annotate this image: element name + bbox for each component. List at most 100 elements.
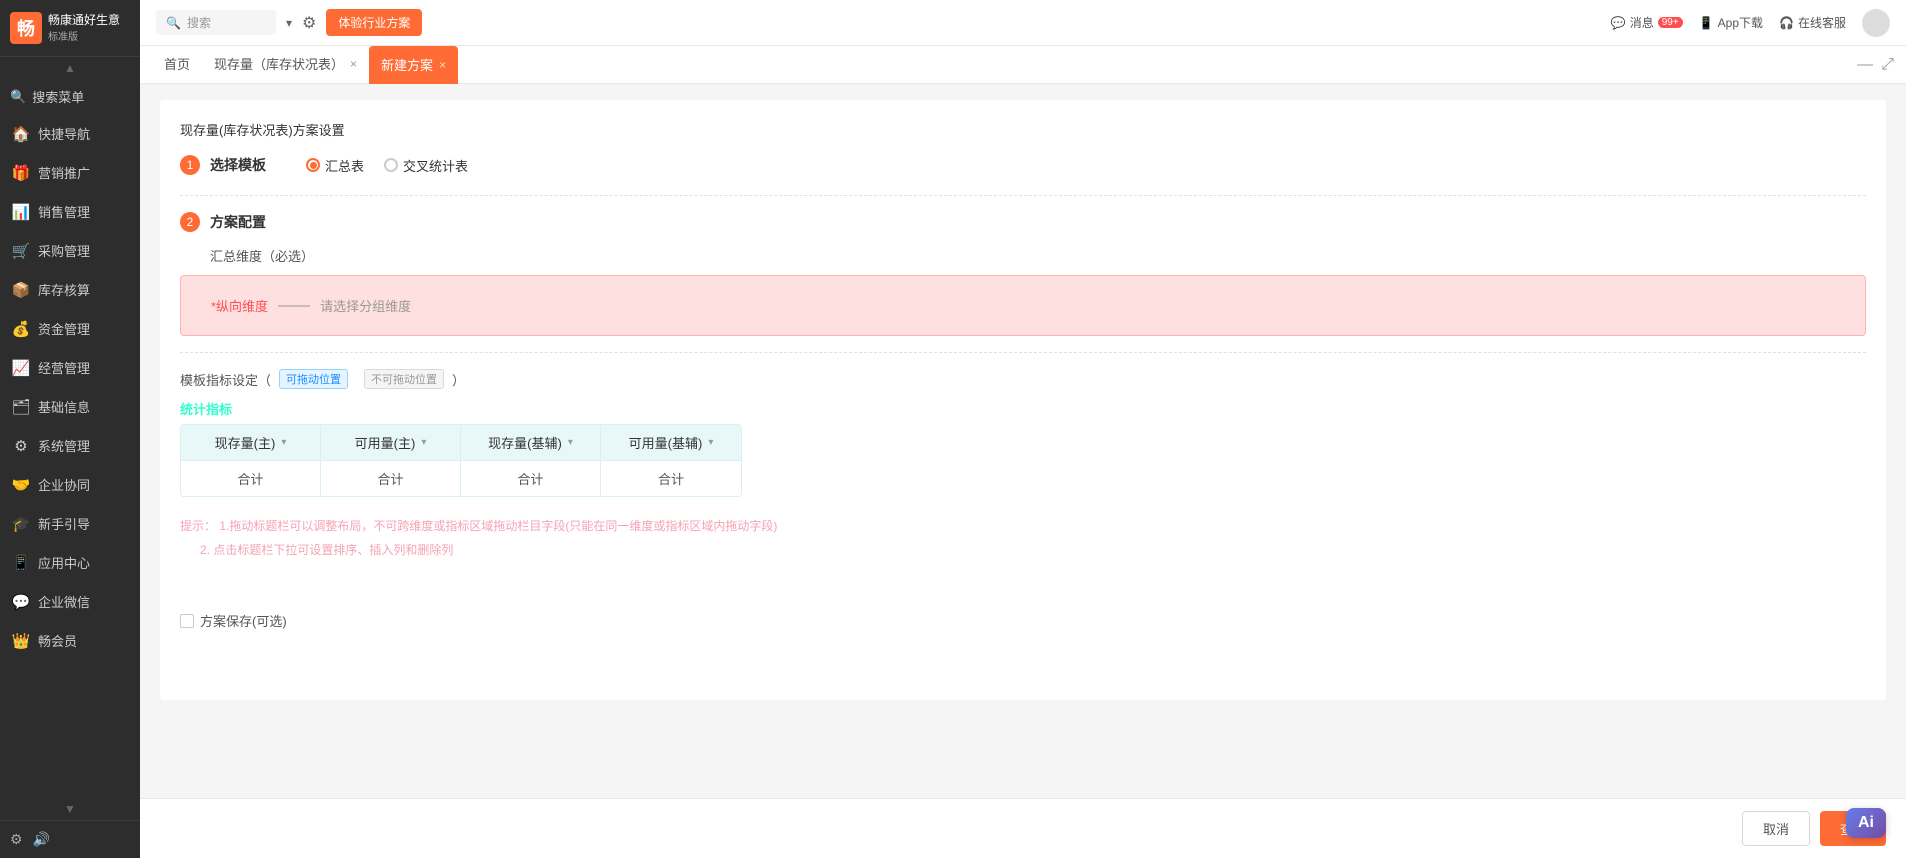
radio-summary[interactable]: 汇总表	[306, 156, 364, 175]
stats-col-4-header[interactable]: 可用量(基辅) ▾	[601, 425, 741, 460]
online-service-label: 在线客服	[1798, 14, 1846, 31]
sidebar-item-cooperation[interactable]: 🤝 企业协同	[0, 465, 140, 504]
topbar-gear-btn[interactable]: ⚙	[302, 13, 316, 33]
tab-new-scheme[interactable]: 新建方案 ×	[369, 46, 458, 84]
step2-section: 2 方案配置 汇总维度（必选） *纵向维度 —— 请选择分组维度 模板指标设定（…	[180, 212, 1866, 562]
dimension-placeholder: 请选择分组维度	[320, 296, 411, 315]
sidebar-item-label: 基础信息	[38, 397, 90, 416]
content: 现存量(库存状况表)方案设置 1 选择模板 汇总表 交叉统计表	[140, 84, 1906, 798]
sidebar-scroll-up[interactable]: ▲	[0, 57, 140, 79]
tab-new-scheme-close[interactable]: ×	[439, 58, 446, 72]
save-checkbox[interactable]	[180, 614, 194, 628]
tips-text: 提示： 1.拖动标题栏可以调整布局，不可跨维度或指标区域拖动栏目字段(只能在同一…	[180, 514, 1866, 562]
step1-label: 选择模板	[210, 155, 266, 175]
app-name: 畅康通好生意	[48, 13, 120, 29]
sidebar-search-label: 搜索菜单	[32, 87, 84, 106]
col4-cell: 合计	[601, 460, 741, 496]
sidebar-item-purchase[interactable]: 🛒 采购管理	[0, 231, 140, 270]
system-icon: ⚙	[12, 437, 30, 455]
cancel-button[interactable]: 取消	[1742, 811, 1810, 846]
online-service-btn[interactable]: 🎧 在线客服	[1779, 14, 1846, 31]
newbie-icon: 🎓	[12, 515, 30, 533]
tab-new-scheme-label: 新建方案	[381, 55, 433, 74]
stats-col-3-header[interactable]: 现存量(基辅) ▾	[461, 425, 600, 460]
sidebar-item-basic-info[interactable]: 🗂 基础信息	[0, 387, 140, 426]
topbar-avatar[interactable]	[1862, 9, 1890, 37]
tab-maximize-btn[interactable]: ⤢	[1881, 56, 1894, 74]
sidebar-item-label: 新手引导	[38, 514, 90, 533]
col2-label: 可用量(主)	[355, 433, 416, 452]
stats-body-col-2: 合计	[321, 460, 461, 496]
topbar-search-area[interactable]: 🔍 搜索	[156, 10, 276, 35]
ai-badge[interactable]: Ai	[1846, 808, 1886, 838]
tab-home[interactable]: 首页	[152, 46, 202, 84]
sidebar-settings-btn[interactable]: ⚙	[10, 831, 23, 848]
tab-minimize-btn[interactable]: —	[1857, 56, 1873, 74]
tips-line2: 2. 点击标题栏下拉可设置排序、插入列和删除列	[200, 543, 453, 557]
messages-label: 消息	[1630, 14, 1654, 31]
topbar-dropdown-btn[interactable]: ▾	[286, 16, 292, 30]
radio-cross[interactable]: 交叉统计表	[384, 156, 468, 175]
sidebar-item-label: 营销推广	[38, 163, 90, 182]
sidebar-item-label: 资金管理	[38, 319, 90, 338]
tab-inventory-label: 现存量（库存状况表）	[214, 54, 344, 73]
tips-section: 提示： 1.拖动标题栏可以调整布局，不可跨维度或指标区域拖动栏目字段(只能在同一…	[180, 514, 1866, 562]
tabs-right-controls: — ⤢	[1857, 56, 1894, 74]
app-download-label: App下载	[1718, 14, 1763, 31]
sidebar-item-sales[interactable]: 📊 销售管理	[0, 192, 140, 231]
dimension-required-text: *纵向维度	[211, 296, 268, 315]
app-download-icon: 📱	[1699, 16, 1714, 30]
stats-body-col-4: 合计	[601, 460, 741, 496]
messages-btn[interactable]: 💬 消息 99+	[1611, 14, 1683, 31]
sidebar-nav: 🏠 快捷导航 🎁 营销推广 📊 销售管理 🛒 采购管理 📦 库存核算 💰 资金管…	[0, 114, 140, 798]
tips-line1: 1.拖动标题栏可以调整布局，不可跨维度或指标区域拖动栏目字段(只能在同一维度或指…	[219, 519, 777, 533]
app-download-btn[interactable]: 📱 App下载	[1699, 14, 1763, 31]
sidebar-item-label: 销售管理	[38, 202, 90, 221]
trial-btn[interactable]: 体验行业方案	[326, 9, 422, 36]
sidebar-item-label: 应用中心	[38, 553, 90, 572]
sidebar-item-marketing[interactable]: 🎁 营销推广	[0, 153, 140, 192]
sidebar-item-label: 畅会员	[38, 631, 77, 650]
step2-label: 方案配置	[210, 212, 266, 232]
inventory-icon: 📦	[12, 281, 30, 299]
step1-num: 1	[180, 155, 200, 175]
sidebar: 畅 畅康通好生意 标准版 ▲ 🔍 搜索菜单 🏠 快捷导航 🎁 营销推广 📊 销售…	[0, 0, 140, 858]
step1-header: 1 选择模板 汇总表 交叉统计表	[180, 155, 1866, 175]
stats-col-1-header[interactable]: 现存量(主) ▾	[181, 425, 320, 460]
save-option: 方案保存(可选)	[180, 611, 287, 630]
tab-home-label: 首页	[164, 54, 190, 73]
col2-chevron: ▾	[421, 437, 426, 448]
sidebar-item-member[interactable]: 👑 畅会员	[0, 621, 140, 660]
sidebar-search[interactable]: 🔍 搜索菜单	[0, 79, 140, 114]
sidebar-logo: 畅 畅康通好生意 标准版	[0, 0, 140, 57]
wechat-icon: 💬	[12, 593, 30, 611]
finance-icon: 💰	[12, 320, 30, 338]
stats-body-col-3: 合计	[461, 460, 601, 496]
col1-chevron: ▾	[281, 437, 286, 448]
sidebar-item-system[interactable]: ⚙ 系统管理	[0, 426, 140, 465]
dimension-label: 汇总维度（必选）	[210, 246, 1866, 265]
sidebar-item-operation[interactable]: 📈 经营管理	[0, 348, 140, 387]
template-options: 汇总表 交叉统计表	[306, 156, 468, 175]
stats-col-2-header[interactable]: 可用量(主) ▾	[321, 425, 460, 460]
sidebar-item-finance[interactable]: 💰 资金管理	[0, 309, 140, 348]
sidebar-item-inventory[interactable]: 📦 库存核算	[0, 270, 140, 309]
app-edition: 标准版	[48, 28, 120, 43]
sidebar-item-wechat[interactable]: 💬 企业微信	[0, 582, 140, 621]
sidebar-item-quick-nav[interactable]: 🏠 快捷导航	[0, 114, 140, 153]
dimension-area[interactable]: *纵向维度 —— 请选择分组维度	[180, 275, 1866, 336]
sales-icon: 📊	[12, 203, 30, 221]
sidebar-item-app-center[interactable]: 📱 应用中心	[0, 543, 140, 582]
tab-inventory-close[interactable]: ×	[350, 57, 357, 71]
basic-info-icon: 🗂	[12, 398, 30, 416]
sidebar-scroll-down[interactable]: ▼	[0, 798, 140, 820]
radio-cross-label: 交叉统计表	[403, 156, 468, 175]
tabs-bar: 首页 现存量（库存状况表） × 新建方案 × — ⤢	[140, 46, 1906, 84]
radio-summary-circle	[306, 158, 320, 172]
tab-inventory[interactable]: 现存量（库存状况表） ×	[202, 46, 369, 84]
footer-bar: 取消 查询	[140, 798, 1906, 858]
col4-label: 可用量(基辅)	[629, 433, 703, 452]
sidebar-item-newbie[interactable]: 🎓 新手引导	[0, 504, 140, 543]
sidebar-sound-btn[interactable]: 🔊	[33, 831, 50, 848]
step-divider	[180, 195, 1866, 196]
